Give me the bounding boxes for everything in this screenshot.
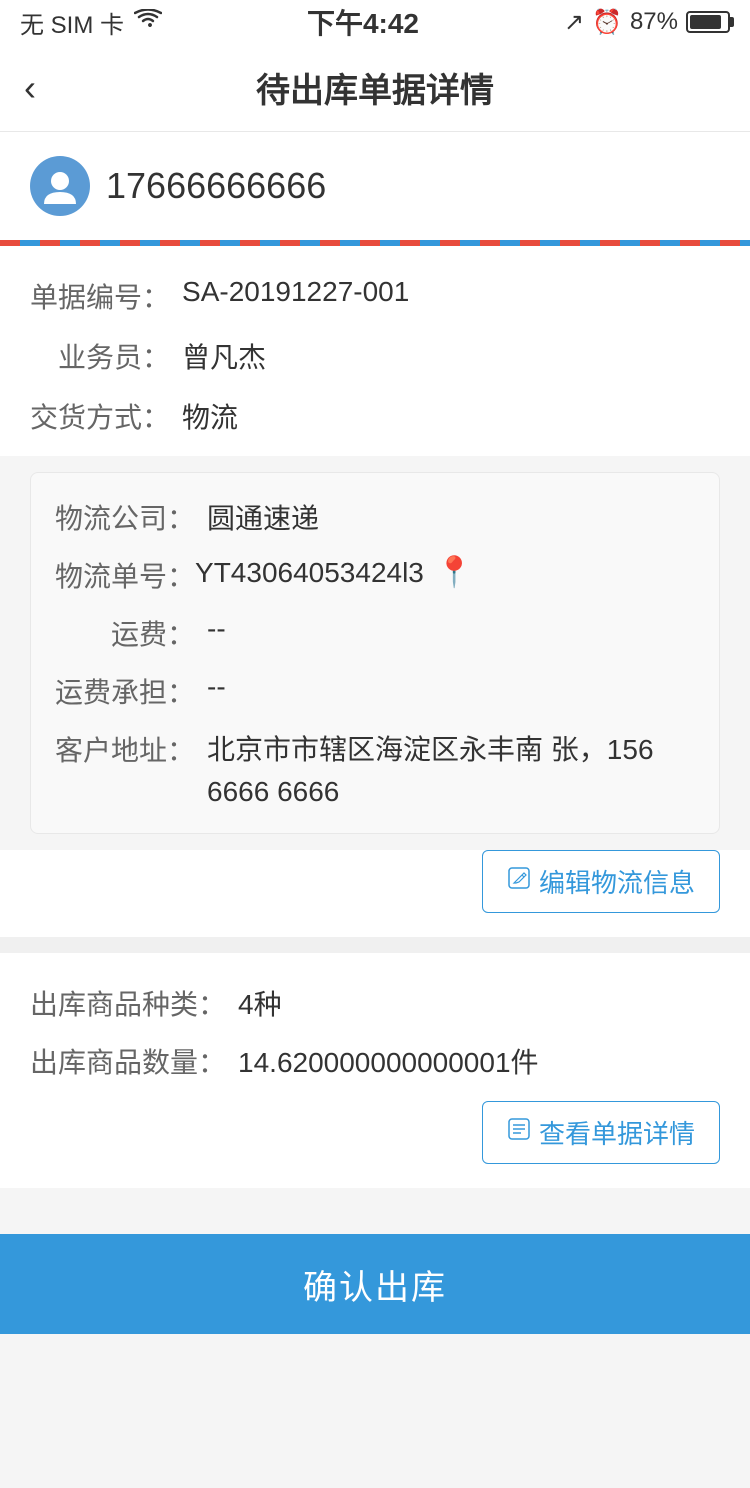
customer-section: 17666666666: [0, 132, 750, 240]
salesman-label: 业务员：: [30, 336, 170, 376]
tracking-row: YT43064053424l3 📍: [195, 555, 473, 590]
goods-type-label: 出库商品种类：: [30, 983, 226, 1023]
logistics-tracking-row: 物流单号： YT43064053424l3 📍: [55, 555, 695, 595]
edit-logistics-label: 编辑物流信息: [539, 863, 695, 900]
tracking-location-icon[interactable]: 📍: [436, 555, 473, 590]
freight-row: 运费： --: [55, 613, 695, 653]
delivery-label: 交货方式：: [30, 396, 170, 436]
view-details-button[interactable]: 查看单据详情: [482, 1101, 720, 1164]
delivery-row: 交货方式： 物流: [30, 396, 720, 436]
goods-quantity-label: 出库商品数量：: [30, 1041, 226, 1081]
freight-bearer-row: 运费承担： --: [55, 671, 695, 711]
customer-phone: 17666666666: [106, 165, 326, 207]
view-btn-row: 查看单据详情: [0, 1101, 750, 1188]
address-label: 客户地址：: [55, 729, 195, 769]
status-bar: 无 SIM 卡 下午4:42 ↗ ⏰ 87%: [0, 0, 750, 44]
alarm-icon: ⏰: [592, 8, 622, 37]
goods-quantity-value: 14.620000000000001件: [238, 1041, 539, 1081]
logistics-card: 物流公司： 圆通速递 物流单号： YT43064053424l3 📍 运费： -…: [30, 472, 720, 834]
order-no-value: SA-20191227-001: [182, 276, 720, 308]
back-button[interactable]: ‹: [24, 67, 36, 109]
salesman-row: 业务员： 曾凡杰: [30, 336, 720, 376]
goods-quantity-row: 出库商品数量： 14.620000000000001件: [30, 1041, 720, 1081]
status-right: ↗ ⏰ 87%: [564, 8, 730, 37]
edit-logistics-button[interactable]: 编辑物流信息: [482, 850, 720, 913]
address-row: 客户地址： 北京市市辖区海淀区永丰南 张，156 6666 6666: [55, 729, 695, 813]
address-value: 北京市市辖区海淀区永丰南 张，156 6666 6666: [207, 729, 695, 813]
freight-value: --: [207, 613, 695, 645]
battery-percent: 87%: [630, 8, 678, 36]
status-time: 下午4:42: [307, 2, 419, 42]
customer-avatar: [30, 156, 90, 216]
carrier-text: 无 SIM 卡: [20, 5, 124, 40]
tracking-no-value: YT43064053424l3: [195, 557, 424, 589]
edit-btn-row: 编辑物流信息: [0, 850, 750, 937]
order-no-row: 单据编号： SA-20191227-001: [30, 276, 720, 316]
page-title: 待出库单据详情: [256, 63, 494, 112]
battery-fill: [690, 15, 721, 29]
delivery-value: 物流: [182, 396, 720, 436]
status-left: 无 SIM 卡: [20, 5, 162, 40]
edit-icon: [507, 866, 531, 897]
location-status-icon: ↗: [564, 8, 584, 37]
nav-bar: ‹ 待出库单据详情: [0, 44, 750, 132]
freight-bearer-value: --: [207, 671, 695, 703]
confirm-btn-area[interactable]: 确认出库: [0, 1234, 750, 1334]
view-details-label: 查看单据详情: [539, 1114, 695, 1151]
view-details-icon: [507, 1117, 531, 1148]
goods-section: 出库商品种类： 4种 出库商品数量： 14.620000000000001件: [0, 953, 750, 1101]
freight-bearer-label: 运费承担：: [55, 671, 195, 711]
logistics-company-label: 物流公司：: [55, 497, 195, 537]
goods-type-value: 4种: [238, 983, 282, 1023]
section-separator: [0, 937, 750, 953]
logistics-company-row: 物流公司： 圆通速递: [55, 497, 695, 537]
order-no-label: 单据编号：: [30, 276, 170, 316]
order-info-section: 单据编号： SA-20191227-001 业务员： 曾凡杰 交货方式： 物流: [0, 246, 750, 456]
logistics-tracking-label: 物流单号：: [55, 555, 195, 595]
freight-label: 运费：: [55, 613, 195, 653]
salesman-value: 曾凡杰: [182, 336, 720, 376]
confirm-btn-text: 确认出库: [303, 1260, 447, 1309]
goods-type-row: 出库商品种类： 4种: [30, 983, 720, 1023]
logistics-company-value: 圆通速递: [207, 497, 695, 537]
wifi-icon: [134, 8, 162, 36]
battery-icon: [686, 11, 730, 33]
